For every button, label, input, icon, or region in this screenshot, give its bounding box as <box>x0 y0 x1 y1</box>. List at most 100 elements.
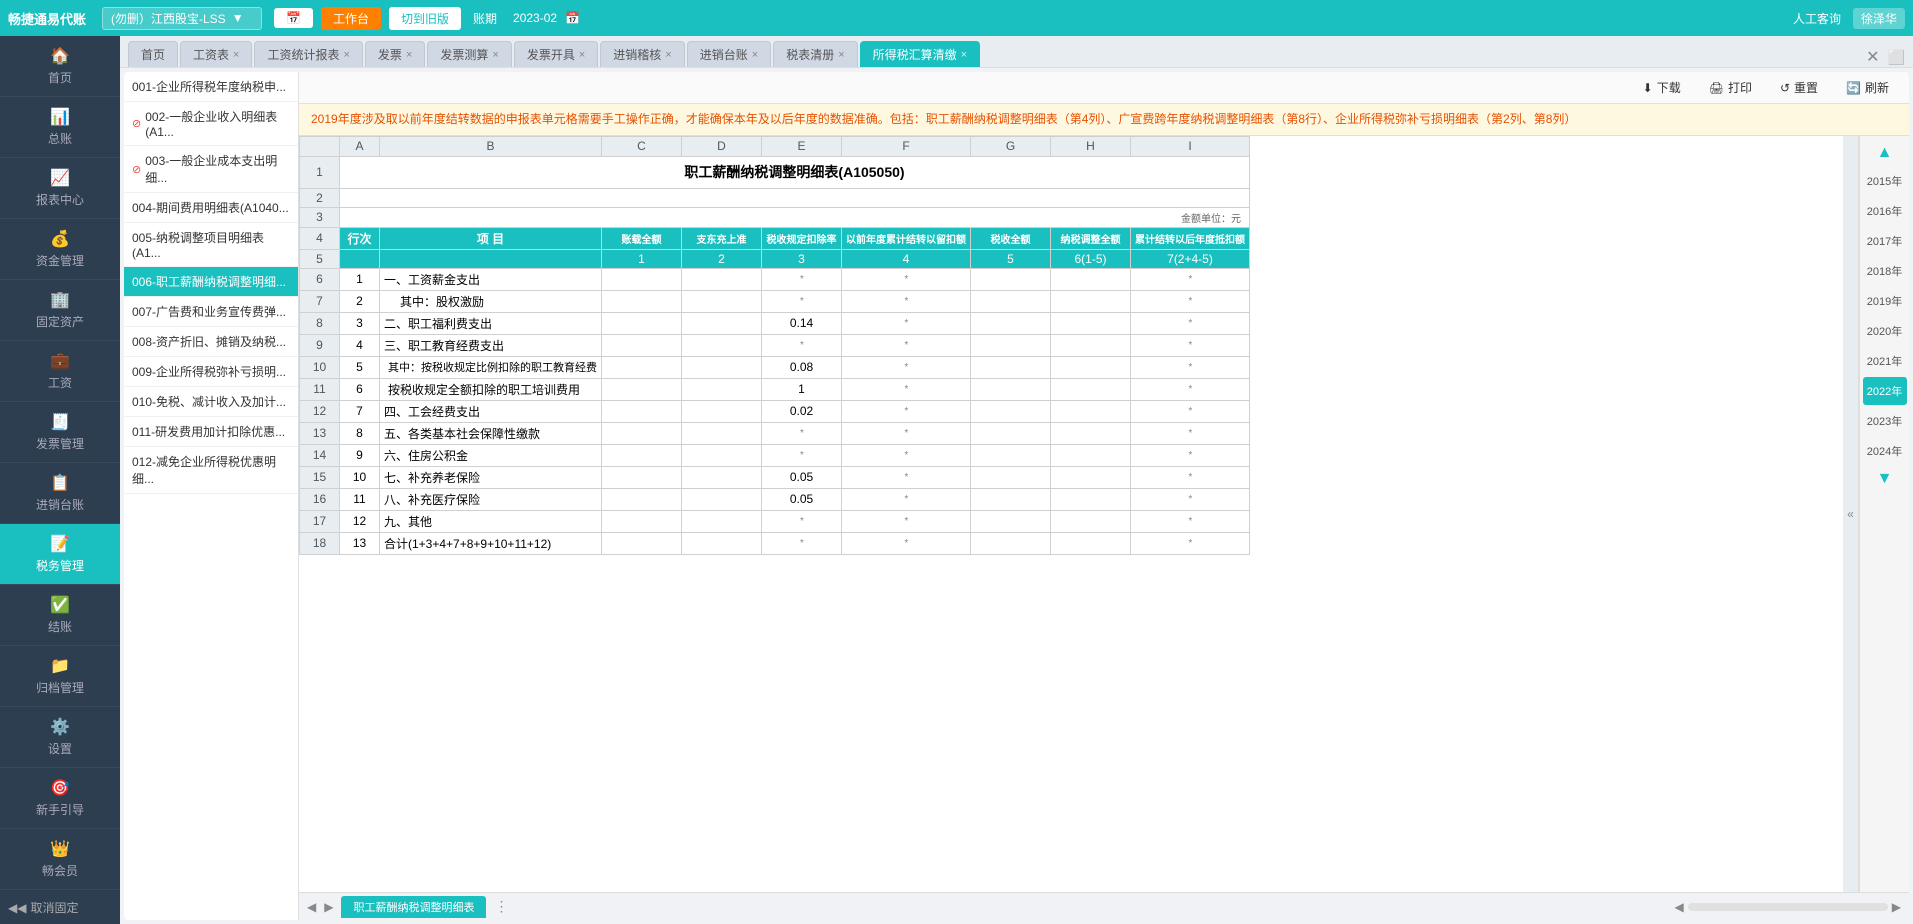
row-3-num: 3 <box>300 207 340 227</box>
year-2020[interactable]: 2020年 <box>1863 317 1907 345</box>
download-btn[interactable]: ⬇ 下载 <box>1635 76 1689 99</box>
sidebar-item-vip[interactable]: 👑畅会员 <box>0 829 120 890</box>
year-2022[interactable]: 2022年 <box>1863 377 1907 405</box>
panel-collapse-toggle[interactable]: « <box>1843 136 1859 893</box>
tab-check[interactable]: 进销稽核× <box>600 41 684 67</box>
tab-invoice-issue[interactable]: 发票开具× <box>514 41 598 67</box>
sidebar-item-reports[interactable]: 📈报表中心 <box>0 158 120 219</box>
tab-payroll-stats[interactable]: 工资统计报表× <box>254 41 362 67</box>
year-2024[interactable]: 2024年 <box>1863 437 1907 465</box>
spreadsheet-container[interactable]: A B C D E F G H I <box>299 136 1843 893</box>
left-item-011[interactable]: 011-研发费用加计扣除优惠... <box>124 417 298 447</box>
tab-close-all-btn[interactable]: ✕ <box>1866 47 1879 67</box>
col-hdr-c: 账载全额 <box>602 227 682 249</box>
year-2015[interactable]: 2015年 <box>1863 167 1907 195</box>
left-item-001[interactable]: 001-企业所得税年度纳税申... <box>124 72 298 102</box>
left-item-005[interactable]: 005-纳税调整项目明细表(A1... <box>124 223 298 267</box>
sidebar-item-ledger[interactable]: 📊总账 <box>0 97 120 158</box>
more-sheets-btn[interactable]: ⋮ <box>494 898 508 915</box>
left-item-007[interactable]: 007-广告费和业务宣传费弹... <box>124 297 298 327</box>
company-selector[interactable]: (勿删）江西股宝-LSS ▼ <box>102 7 262 30</box>
top-bar-right: 人工客询 徐泽华 <box>1793 8 1905 29</box>
tab-maximize-btn[interactable]: ⬜ <box>1888 49 1905 66</box>
refresh-icon: 🔄 <box>1846 81 1861 95</box>
left-item-009[interactable]: 009-企业所得税弥补亏损明... <box>124 357 298 387</box>
year-panel: ▲ 2015年 2016年 2017年 2018年 2019年 2020年 20… <box>1859 136 1909 893</box>
col-header-D: D <box>682 136 762 156</box>
left-item-003[interactable]: ⊘ 003-一般企业成本支出明细... <box>124 146 298 193</box>
scroll-right-btn[interactable]: ▶ <box>1892 900 1901 914</box>
tab-sales-ledger[interactable]: 进销台账× <box>687 41 771 67</box>
tab-invoice-calc[interactable]: 发票测算× <box>427 41 511 67</box>
table-row: 15 10 七、补充养老保险 0.05 * * <box>300 466 1250 488</box>
left-item-004[interactable]: 004-期间费用明细表(A1040... <box>124 193 298 223</box>
year-2021[interactable]: 2021年 <box>1863 347 1907 375</box>
col-hdr-f: 以前年度累计结转以留扣额 <box>842 227 971 249</box>
year-2016[interactable]: 2016年 <box>1863 197 1907 225</box>
table-row: 17 12 九、其他 * * * <box>300 510 1250 532</box>
scroll-left-btn[interactable]: ◀ <box>1675 900 1684 914</box>
sidebar-item-invoice[interactable]: 🧾发票管理 <box>0 402 120 463</box>
refresh-btn[interactable]: 🔄 刷新 <box>1838 76 1897 99</box>
sidebar-item-settings[interactable]: ⚙️设置 <box>0 707 120 768</box>
tab-invoice[interactable]: 发票× <box>365 41 425 67</box>
tab-home[interactable]: 首页 <box>128 41 178 67</box>
year-up-btn[interactable]: ▲ <box>1873 140 1897 166</box>
table-row: 13 8 五、各类基本社会保障性缴款 * * * <box>300 422 1250 444</box>
left-item-010[interactable]: 010-免税、减计收入及加计... <box>124 387 298 417</box>
tab-payroll[interactable]: 工资表× <box>180 41 252 67</box>
sidebar-item-guide[interactable]: 🎯新手引导 <box>0 768 120 829</box>
left-item-006[interactable]: 006-职工薪酬纳税调整明细... <box>124 267 298 297</box>
calendar-btn[interactable]: 📅 <box>274 8 313 28</box>
nav-right-btn[interactable]: ▶ <box>324 900 333 914</box>
col-header-F: F <box>842 136 971 156</box>
row-1-num: 1 <box>300 156 340 188</box>
year-2023[interactable]: 2023年 <box>1863 407 1907 435</box>
col-hdr-g: 税收全额 <box>971 227 1051 249</box>
year-2019[interactable]: 2019年 <box>1863 287 1907 315</box>
sidebar-item-sales[interactable]: 📋进销台账 <box>0 463 120 524</box>
print-btn[interactable]: 🖨 打印 <box>1701 76 1760 99</box>
col-hdr-i: 累计结转以后年度抵扣额 <box>1131 227 1250 249</box>
row-4-num: 4 <box>300 227 340 249</box>
unpin-btn[interactable]: ◀◀取消固定 <box>0 891 120 924</box>
sidebar-item-tax[interactable]: 📝税务管理 <box>0 524 120 585</box>
row-5-num: 5 <box>300 249 340 268</box>
col-header-A: A <box>340 136 380 156</box>
nav-left-btn[interactable]: ◀ <box>307 900 316 914</box>
sidebar-item-assets[interactable]: 🏢固定资产 <box>0 280 120 341</box>
download-icon: ⬇ <box>1643 81 1653 95</box>
period-calendar-icon[interactable]: 📅 <box>565 11 580 25</box>
workspace-btn[interactable]: 工作台 <box>321 7 381 30</box>
tab-tax-list[interactable]: 税表清册× <box>773 41 857 67</box>
sidebar-item-home[interactable]: 🏠首页 <box>0 36 120 97</box>
table-row: 14 9 六、住房公积金 * * * <box>300 444 1250 466</box>
left-item-012[interactable]: 012-减免企业所得税优惠明细... <box>124 447 298 494</box>
switch-old-btn[interactable]: 切到旧版 <box>389 7 461 30</box>
left-item-002[interactable]: ⊘ 002-一般企业收入明细表(A1... <box>124 102 298 146</box>
sidebar-item-funds[interactable]: 💰资金管理 <box>0 219 120 280</box>
reset-btn[interactable]: ↺ 重置 <box>1772 76 1826 99</box>
year-down-btn[interactable]: ▼ <box>1873 466 1897 492</box>
col-hdr-item: 项 目 <box>380 227 602 249</box>
table-row: 12 7 四、工会经费支出 0.02 * * <box>300 400 1250 422</box>
user-avatar[interactable]: 徐泽华 <box>1853 8 1905 29</box>
period-label: 账期 <box>473 10 497 27</box>
year-2017[interactable]: 2017年 <box>1863 227 1907 255</box>
table-row: 11 6 按税收规定全额扣除的职工培训费用 1 * * <box>300 378 1250 400</box>
sidebar-item-payroll[interactable]: 💼工资 <box>0 341 120 402</box>
top-bar: 畅捷通易代账 (勿删）江西股宝-LSS ▼ 📅 工作台 切到旧版 账期 2023… <box>0 0 1913 36</box>
tab-income-tax[interactable]: 所得税汇算清缴× <box>860 41 980 67</box>
col-header-E: E <box>762 136 842 156</box>
app-logo: 畅捷通易代账 <box>8 9 86 28</box>
sidebar-item-archive[interactable]: 📁归档管理 <box>0 646 120 707</box>
sheet-toolbar: ⬇ 下载 🖨 打印 ↺ 重置 🔄 刷新 <box>299 72 1909 104</box>
horizontal-scrollbar[interactable] <box>1688 903 1888 911</box>
customer-service-btn[interactable]: 人工客询 <box>1793 10 1841 27</box>
sidebar-item-close[interactable]: ✅结账 <box>0 585 120 646</box>
year-2018[interactable]: 2018年 <box>1863 257 1907 285</box>
bottom-tab-payroll[interactable]: 职工薪酬纳税调整明细表 <box>341 896 486 918</box>
period-value[interactable]: 2023-02 <box>513 11 557 25</box>
left-item-008[interactable]: 008-资产折旧、摊销及纳税... <box>124 327 298 357</box>
reset-icon: ↺ <box>1780 81 1790 95</box>
